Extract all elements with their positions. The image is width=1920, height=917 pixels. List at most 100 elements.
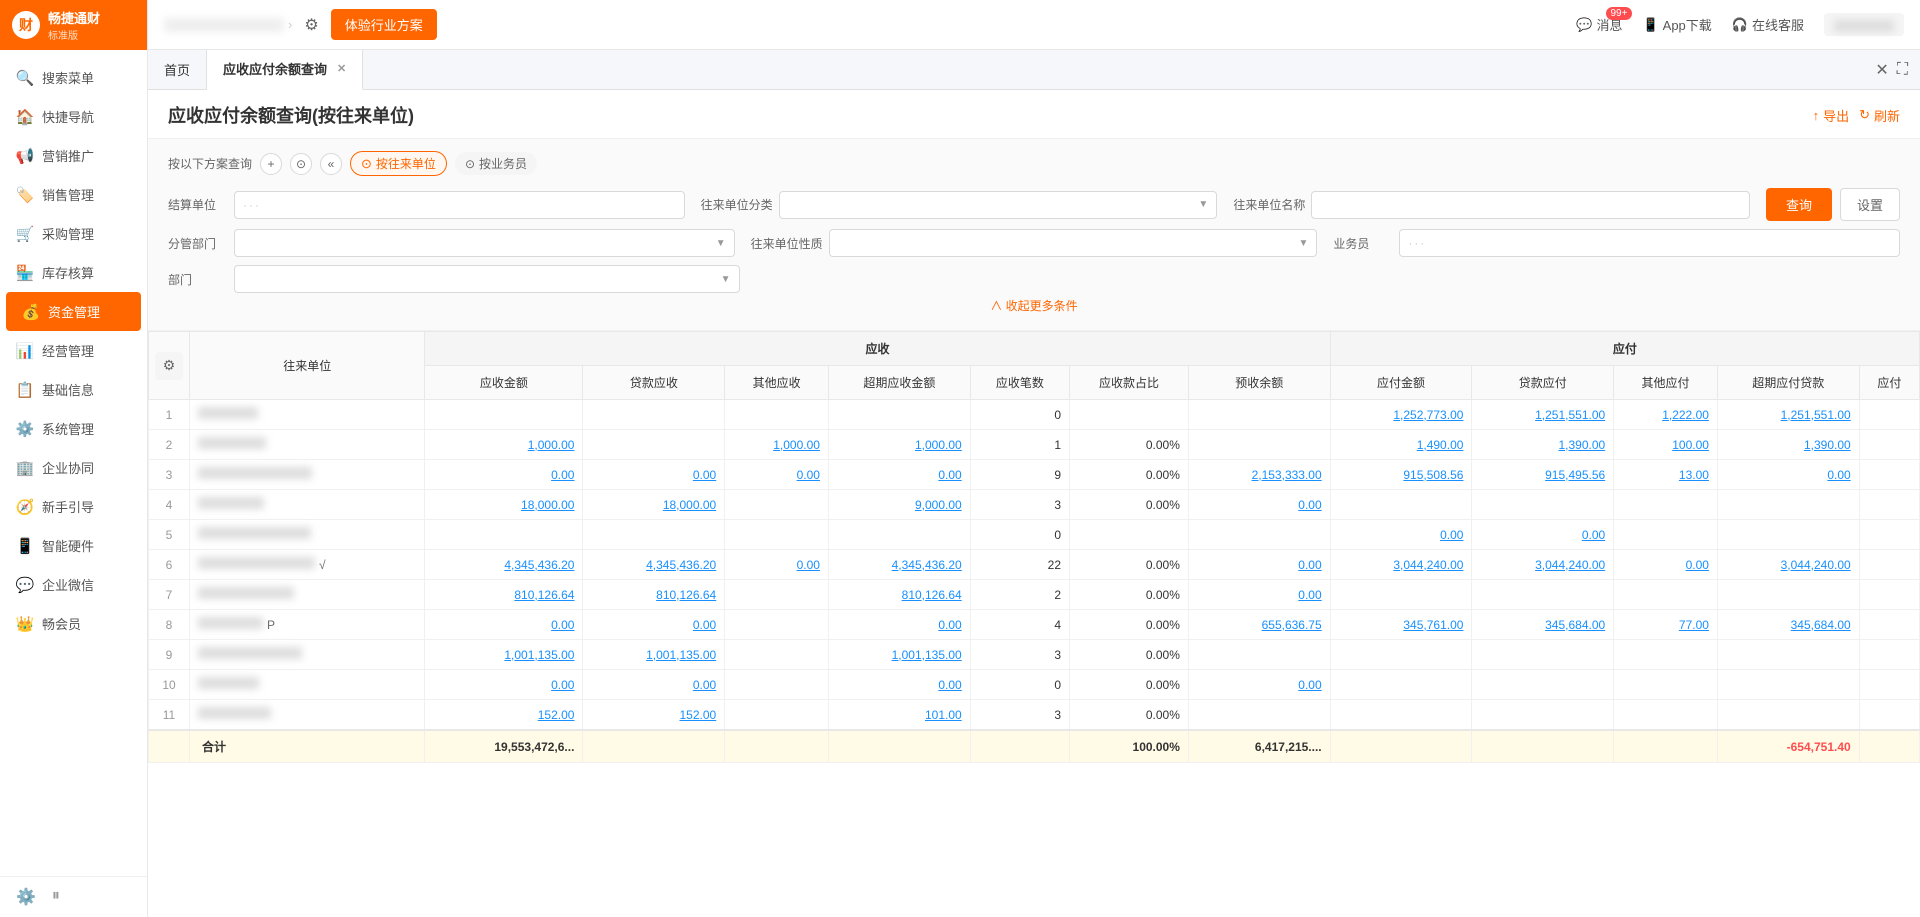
table-row: 11152.00152.00101.0030.00% [149, 700, 1920, 731]
tabbar-actions: ✕ ⛶ [1875, 60, 1920, 80]
page-header: 应收应付余额查询(按往来单位) ↑ 导出 ↻ 刷新 [148, 90, 1920, 139]
collapse-button[interactable]: ∧ 收起更多条件 [168, 293, 1900, 318]
sidebar-item-inventory[interactable]: 🏪库存核算 [0, 253, 147, 292]
setting-button[interactable]: 设置 [1840, 188, 1900, 221]
sidebar-item-wechat[interactable]: 💬企业微信 [0, 565, 147, 604]
sidebar-item-purchase[interactable]: 🛒采购管理 [0, 214, 147, 253]
sidebar-icon-guide: 🧭 [16, 498, 34, 516]
sidebar-icon-purchase: 🛒 [16, 225, 34, 243]
sidebar-label-search: 搜索菜单 [42, 68, 94, 87]
settlement-label: 结算单位 [168, 196, 228, 213]
table-row: 8P0.000.000.0040.00%655,636.75345,761.00… [149, 610, 1920, 640]
col-overdue-receivable: 超期应收金额 [828, 366, 970, 400]
scheme-edit-button[interactable]: ⊙ [290, 153, 312, 175]
col-payable-extra: 应付 [1859, 366, 1919, 400]
pause-bottom-icon[interactable]: ⏸ [52, 887, 60, 907]
logo-sub: 标准版 [48, 27, 100, 42]
message-button[interactable]: 💬 消息 99+ [1576, 15, 1622, 34]
sidebar-item-guide[interactable]: 🧭 新手引导 [0, 487, 147, 526]
partner-category-label: 往来单位分类 [701, 196, 773, 213]
settings-bottom-icon[interactable]: ⚙️ [16, 887, 36, 907]
sidebar-label-member: 畅会员 [42, 614, 81, 633]
sidebar-item-hardware[interactable]: 📱智能硬件 [0, 526, 147, 565]
app-logo: 财 畅捷通财 标准版 [0, 0, 147, 50]
sidebar-item-sales[interactable]: 🏷️销售管理 [0, 175, 147, 214]
tabbar-expand-button[interactable]: ⛶ [1897, 61, 1908, 79]
tab-home[interactable]: 首页 [148, 50, 207, 90]
partner-name-input[interactable] [1311, 191, 1750, 219]
table-row: 7810,126.64810,126.64810,126.6420.00%0.0… [149, 580, 1920, 610]
partner-cell [190, 520, 425, 550]
sidebar-item-finance[interactable]: 💰资金管理 [6, 292, 141, 331]
header-right: 💬 消息 99+ 📱 App下载 🎧 在线客服 [1576, 13, 1904, 36]
partner-category-input[interactable]: ▼ [779, 191, 1218, 219]
filter-schemes: 按以下方案查询 + ⊙ « ⊙ 按往来单位 ⊙ 按业务员 [168, 151, 1900, 176]
refresh-icon: ↻ [1859, 107, 1870, 123]
sidebar-icon-sales: 🏷️ [16, 186, 34, 204]
sidebar-label-marketing: 营销推广 [42, 146, 94, 165]
tabbar-close-button[interactable]: ✕ [1875, 60, 1888, 80]
sidebar-label-quick: 快捷导航 [42, 107, 94, 126]
department-input[interactable]: ▼ [234, 265, 740, 293]
partner-nature-label: 往来单位性质 [751, 235, 823, 252]
col-other-payable: 其他应付 [1614, 366, 1718, 400]
trial-button[interactable]: 体验行业方案 [331, 9, 437, 40]
sidebar-item-marketing[interactable]: 📢营销推广 [0, 136, 147, 175]
user-profile[interactable] [1824, 13, 1904, 36]
managing-dept-input[interactable]: ▼ [234, 229, 735, 257]
filter-row-2: 分管部门 ▼ 往来单位性质 ▼ 业务员 ··· [168, 229, 1900, 257]
table-container[interactable]: ⚙ 往来单位 应收 应付 应收金额 贷款应收 其他应收 超期应收金额 应收笔数 … [148, 331, 1920, 917]
col-payable-amount: 应付金额 [1330, 366, 1472, 400]
sidebar-item-member[interactable]: 👑畅会员 [0, 604, 147, 643]
sidebar-label-inventory: 库存核算 [42, 263, 94, 282]
table-row: 500.000.00 [149, 520, 1920, 550]
sidebar-item-system[interactable]: ⚙️系统管理 [0, 409, 147, 448]
partner-nature-input[interactable]: ▼ [829, 229, 1318, 257]
field-department: 部门 ▼ [168, 265, 740, 293]
partner-cell [190, 670, 425, 700]
tab-close-icon[interactable]: ✕ [337, 62, 346, 75]
data-table: ⚙ 往来单位 应收 应付 应收金额 贷款应收 其他应收 超期应收金额 应收笔数 … [148, 331, 1920, 763]
summary-row: 合计19,553,472,6...100.00%6,417,215....-65… [149, 730, 1920, 763]
scheme-add-button[interactable]: + [260, 153, 282, 175]
sidebar-icon-enterprise: 🏢 [16, 459, 34, 477]
online-service-button[interactable]: 🎧 在线客服 [1732, 15, 1804, 34]
scheme-arrow-button[interactable]: « [320, 153, 342, 175]
gear-icon[interactable]: ⚙ [304, 15, 318, 35]
scheme-salesperson-tab[interactable]: ⊙ 按业务员 [455, 152, 537, 175]
salesperson-input[interactable]: ··· [1399, 229, 1900, 257]
scheme-salesperson-icon: ⊙ [465, 157, 475, 171]
query-button[interactable]: 查询 [1766, 188, 1832, 221]
table-row: 91,001,135.001,001,135.001,001,135.0030.… [149, 640, 1920, 670]
page-actions: ↑ 导出 ↻ 刷新 [1813, 106, 1900, 125]
partner-cell [190, 430, 425, 460]
sidebar-item-quick[interactable]: 🏠快捷导航 [0, 97, 147, 136]
settlement-input[interactable]: ··· [234, 191, 685, 219]
department-label: 部门 [168, 271, 228, 288]
col-settings-header[interactable]: ⚙ [149, 332, 190, 400]
sidebar-icon-operation: 📊 [16, 342, 34, 360]
scheme-salesperson-label: 按业务员 [479, 155, 527, 172]
refresh-button[interactable]: ↻ 刷新 [1859, 106, 1900, 125]
sidebar-item-enterprise[interactable]: 🏢企业协同 [0, 448, 147, 487]
field-managing-dept: 分管部门 ▼ [168, 229, 735, 257]
sidebar-label-basic: 基础信息 [42, 380, 94, 399]
sidebar-bottom: ⚙️ ⏸ [0, 876, 147, 917]
sidebar-item-basic[interactable]: 📋 基础信息 [0, 370, 147, 409]
managing-dept-label: 分管部门 [168, 235, 228, 252]
top-header: › ⚙ 体验行业方案 💬 消息 99+ 📱 App下载 🎧 在线客服 [148, 0, 1920, 50]
sidebar-label-guide: 新手引导 [42, 497, 94, 516]
sidebar-icon-basic: 📋 [16, 381, 34, 399]
scheme-partner-tab[interactable]: ⊙ 按往来单位 [350, 151, 447, 176]
table-settings-icon[interactable]: ⚙ [155, 352, 183, 380]
filter-row-3: 部门 ▼ [168, 265, 1900, 293]
app-download-button[interactable]: 📱 App下载 [1642, 15, 1711, 34]
col-partner-header: 往来单位 [190, 332, 425, 400]
sidebar: 财 畅捷通财 标准版 🔍搜索菜单🏠快捷导航📢营销推广🏷️销售管理🛒采购管理🏪库存… [0, 0, 148, 917]
sidebar-item-operation[interactable]: 📊经营管理 [0, 331, 147, 370]
field-settlement: 结算单位 ··· [168, 191, 685, 219]
sidebar-item-search[interactable]: 🔍搜索菜单 [0, 58, 147, 97]
tab-receivable[interactable]: 应收应付余额查询 ✕ [207, 50, 363, 90]
export-button[interactable]: ↑ 导出 [1813, 106, 1850, 125]
scheme-label: 按以下方案查询 [168, 155, 252, 172]
